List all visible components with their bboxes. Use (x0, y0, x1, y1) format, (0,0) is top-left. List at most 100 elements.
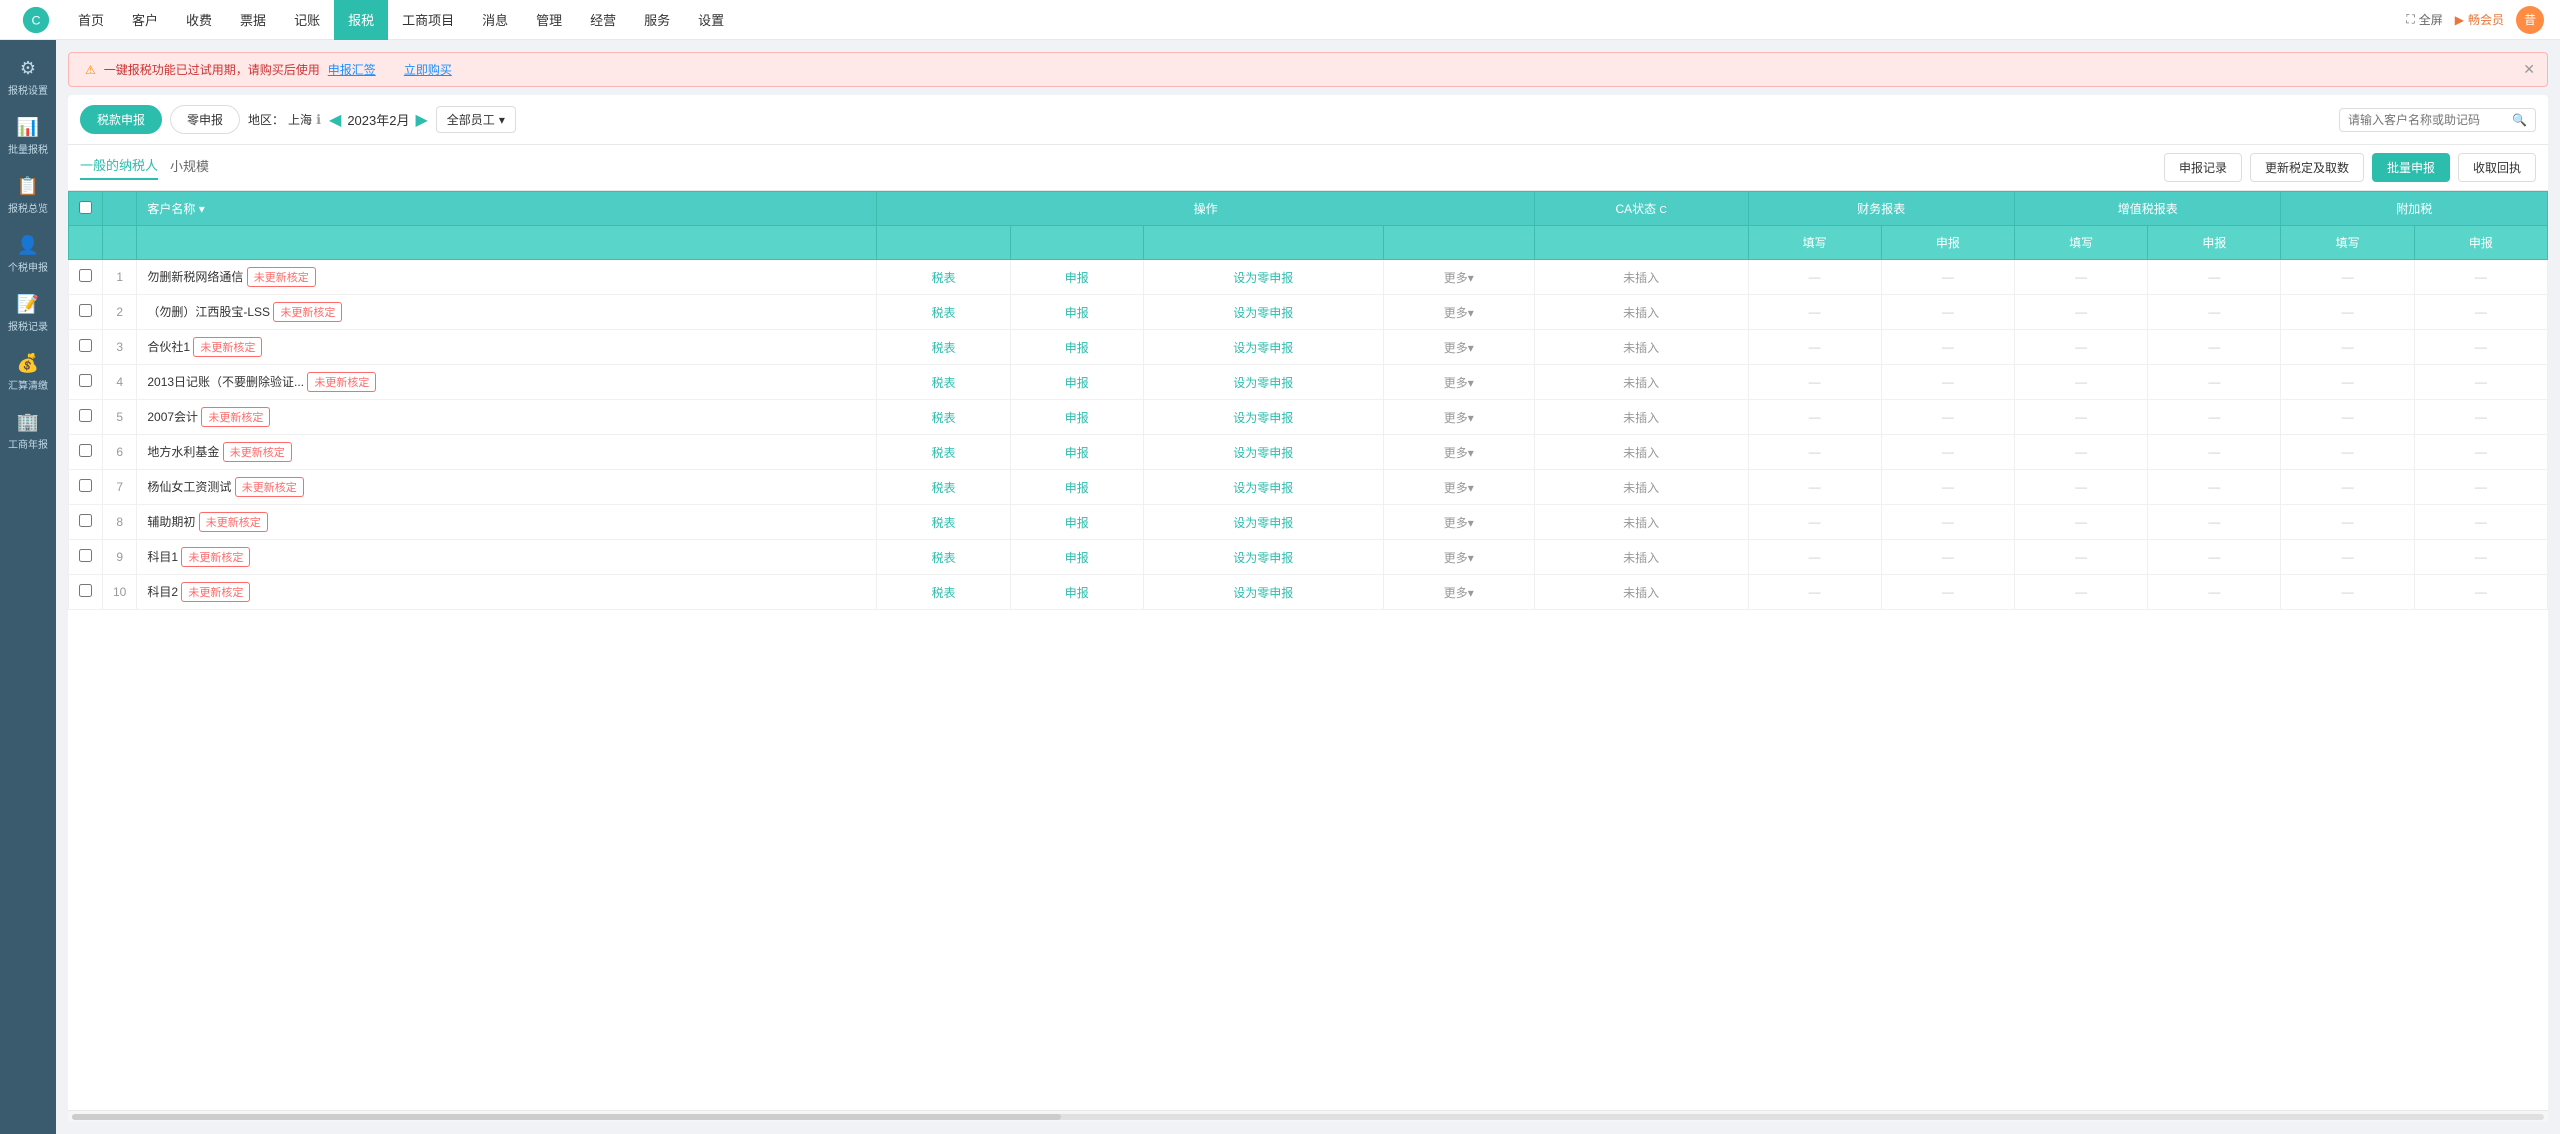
nav-bookkeeping[interactable]: 记账 (280, 0, 334, 40)
row-op-apply-8[interactable]: 申报 (1010, 540, 1143, 575)
row-op-more-6[interactable]: 更多▾ (1383, 470, 1534, 505)
tab-zero-declaration[interactable]: 零申报 (170, 105, 240, 134)
sidebar-item-tax-settings[interactable]: ⚙ 报税设置 (0, 48, 56, 107)
row-add-fill-5: — (2281, 435, 2414, 470)
row-op-more-5[interactable]: 更多▾ (1383, 435, 1534, 470)
nav-invoice[interactable]: 票据 (226, 0, 280, 40)
row-op-tax-9[interactable]: 税表 (877, 575, 1010, 610)
dept-select[interactable]: 全部员工 ▾ (436, 106, 516, 133)
row-tax-apply-5: — (2148, 435, 2281, 470)
nav-manage[interactable]: 管理 (522, 0, 576, 40)
row-op-zero-2[interactable]: 设为零申报 (1143, 330, 1383, 365)
row-op-tax-1[interactable]: 税表 (877, 295, 1010, 330)
avatar[interactable]: 昔 (2516, 6, 2544, 34)
notice-close-button[interactable]: ✕ (2523, 61, 2535, 78)
left-panel: ⚙ 报税设置 📊 批量报税 📋 报税总览 👤 个税申报 📝 报税记录 💰 (0, 40, 56, 1134)
select-all-checkbox[interactable] (79, 201, 92, 214)
row-op-tax-8[interactable]: 税表 (877, 540, 1010, 575)
nav-settings[interactable]: 设置 (684, 0, 738, 40)
row-op-zero-3[interactable]: 设为零申报 (1143, 365, 1383, 400)
row-op-zero-4[interactable]: 设为零申报 (1143, 400, 1383, 435)
search-box: 🔍 (2339, 108, 2536, 132)
nav-home[interactable]: 首页 (64, 0, 118, 40)
row-op-more-4[interactable]: 更多▾ (1383, 400, 1534, 435)
row-op-apply-4[interactable]: 申报 (1010, 400, 1143, 435)
row-select-0[interactable] (79, 269, 92, 282)
row-op-more-8[interactable]: 更多▾ (1383, 540, 1534, 575)
row-op-tax-2[interactable]: 税表 (877, 330, 1010, 365)
nav-service[interactable]: 服务 (630, 0, 684, 40)
row-op-zero-0[interactable]: 设为零申报 (1143, 260, 1383, 295)
horizontal-scrollbar[interactable] (68, 1110, 2548, 1122)
scrollbar-track (72, 1114, 2544, 1120)
row-op-apply-9[interactable]: 申报 (1010, 575, 1143, 610)
row-op-apply-7[interactable]: 申报 (1010, 505, 1143, 540)
notice-link-buy[interactable]: 立即购买 (404, 61, 452, 78)
row-op-more-1[interactable]: 更多▾ (1383, 295, 1534, 330)
nav-message[interactable]: 消息 (468, 0, 522, 40)
nav-operation[interactable]: 经营 (576, 0, 630, 40)
row-op-zero-8[interactable]: 设为零申报 (1143, 540, 1383, 575)
nav-customer[interactable]: 客户 (118, 0, 172, 40)
sidebar-item-tax-overview[interactable]: 📋 报税总览 (0, 166, 56, 225)
search-input[interactable] (2348, 113, 2508, 127)
declaration-record-button[interactable]: 申报记录 (2164, 153, 2242, 182)
row-op-tax-0[interactable]: 税表 (877, 260, 1010, 295)
row-select-7[interactable] (79, 514, 92, 527)
sidebar-item-tax-record[interactable]: 📝 报税记录 (0, 284, 56, 343)
row-select-1[interactable] (79, 304, 92, 317)
sidebar-item-batch-tax[interactable]: 📊 批量报税 (0, 107, 56, 166)
row-op-zero-7[interactable]: 设为零申报 (1143, 505, 1383, 540)
row-add-apply-9: — (2414, 575, 2547, 610)
tab-small-scale[interactable]: 小规模 (170, 156, 209, 179)
nav-billing[interactable]: 收费 (172, 0, 226, 40)
tab-tax-declaration[interactable]: 税款申报 (80, 105, 162, 134)
row-op-more-3[interactable]: 更多▾ (1383, 365, 1534, 400)
row-op-apply-2[interactable]: 申报 (1010, 330, 1143, 365)
row-op-apply-3[interactable]: 申报 (1010, 365, 1143, 400)
row-op-apply-5[interactable]: 申报 (1010, 435, 1143, 470)
row-select-8[interactable] (79, 549, 92, 562)
row-op-zero-5[interactable]: 设为零申报 (1143, 435, 1383, 470)
sidebar-item-personal-tax[interactable]: 👤 个税申报 (0, 225, 56, 284)
header-tax-report: 增值税报表 (2015, 192, 2281, 226)
search-icon[interactable]: 🔍 (2512, 113, 2527, 127)
update-tax-button[interactable]: 更新税定及取数 (2250, 153, 2364, 182)
tab-general-taxpayer[interactable]: 一般的纳税人 (80, 155, 158, 180)
row-op-more-7[interactable]: 更多▾ (1383, 505, 1534, 540)
nav-tax[interactable]: 报税 (334, 0, 388, 40)
row-op-apply-0[interactable]: 申报 (1010, 260, 1143, 295)
row-op-apply-1[interactable]: 申报 (1010, 295, 1143, 330)
collect-receipt-button[interactable]: 收取回执 (2458, 153, 2536, 182)
nav-business[interactable]: 工商项目 (388, 0, 468, 40)
row-op-zero-9[interactable]: 设为零申报 (1143, 575, 1383, 610)
row-select-6[interactable] (79, 479, 92, 492)
row-op-tax-7[interactable]: 税表 (877, 505, 1010, 540)
row-op-zero-1[interactable]: 设为零申报 (1143, 295, 1383, 330)
sidebar-item-settlement[interactable]: 💰 汇算清缴 (0, 343, 56, 402)
prev-month-button[interactable]: ◀ (329, 110, 341, 130)
row-select-4[interactable] (79, 409, 92, 422)
row-select-2[interactable] (79, 339, 92, 352)
next-month-button[interactable]: ▶ (415, 110, 427, 130)
row-op-more-0[interactable]: 更多▾ (1383, 260, 1534, 295)
subheader-tax-fill: 填写 (2015, 226, 2148, 260)
fullscreen-button[interactable]: ⛶ 全屏 (2406, 11, 2442, 28)
row-op-tax-4[interactable]: 税表 (877, 400, 1010, 435)
row-op-zero-6[interactable]: 设为零申报 (1143, 470, 1383, 505)
row-op-more-9[interactable]: 更多▾ (1383, 575, 1534, 610)
batch-declaration-button[interactable]: 批量申报 (2372, 153, 2450, 182)
row-op-tax-3[interactable]: 税表 (877, 365, 1010, 400)
notice-link-report[interactable]: 申报汇签 (328, 61, 376, 78)
row-select-3[interactable] (79, 374, 92, 387)
row-add-apply-8: — (2414, 540, 2547, 575)
row-op-apply-6[interactable]: 申报 (1010, 470, 1143, 505)
sidebar-item-annual-report[interactable]: 🏢 工商年报 (0, 402, 56, 461)
row-select-5[interactable] (79, 444, 92, 457)
header-additional-tax: 附加税 (2281, 192, 2548, 226)
row-select-9[interactable] (79, 584, 92, 597)
member-button[interactable]: ▶ 畅会员 (2455, 11, 2504, 28)
row-op-tax-5[interactable]: 税表 (877, 435, 1010, 470)
row-op-more-2[interactable]: 更多▾ (1383, 330, 1534, 365)
row-op-tax-6[interactable]: 税表 (877, 470, 1010, 505)
